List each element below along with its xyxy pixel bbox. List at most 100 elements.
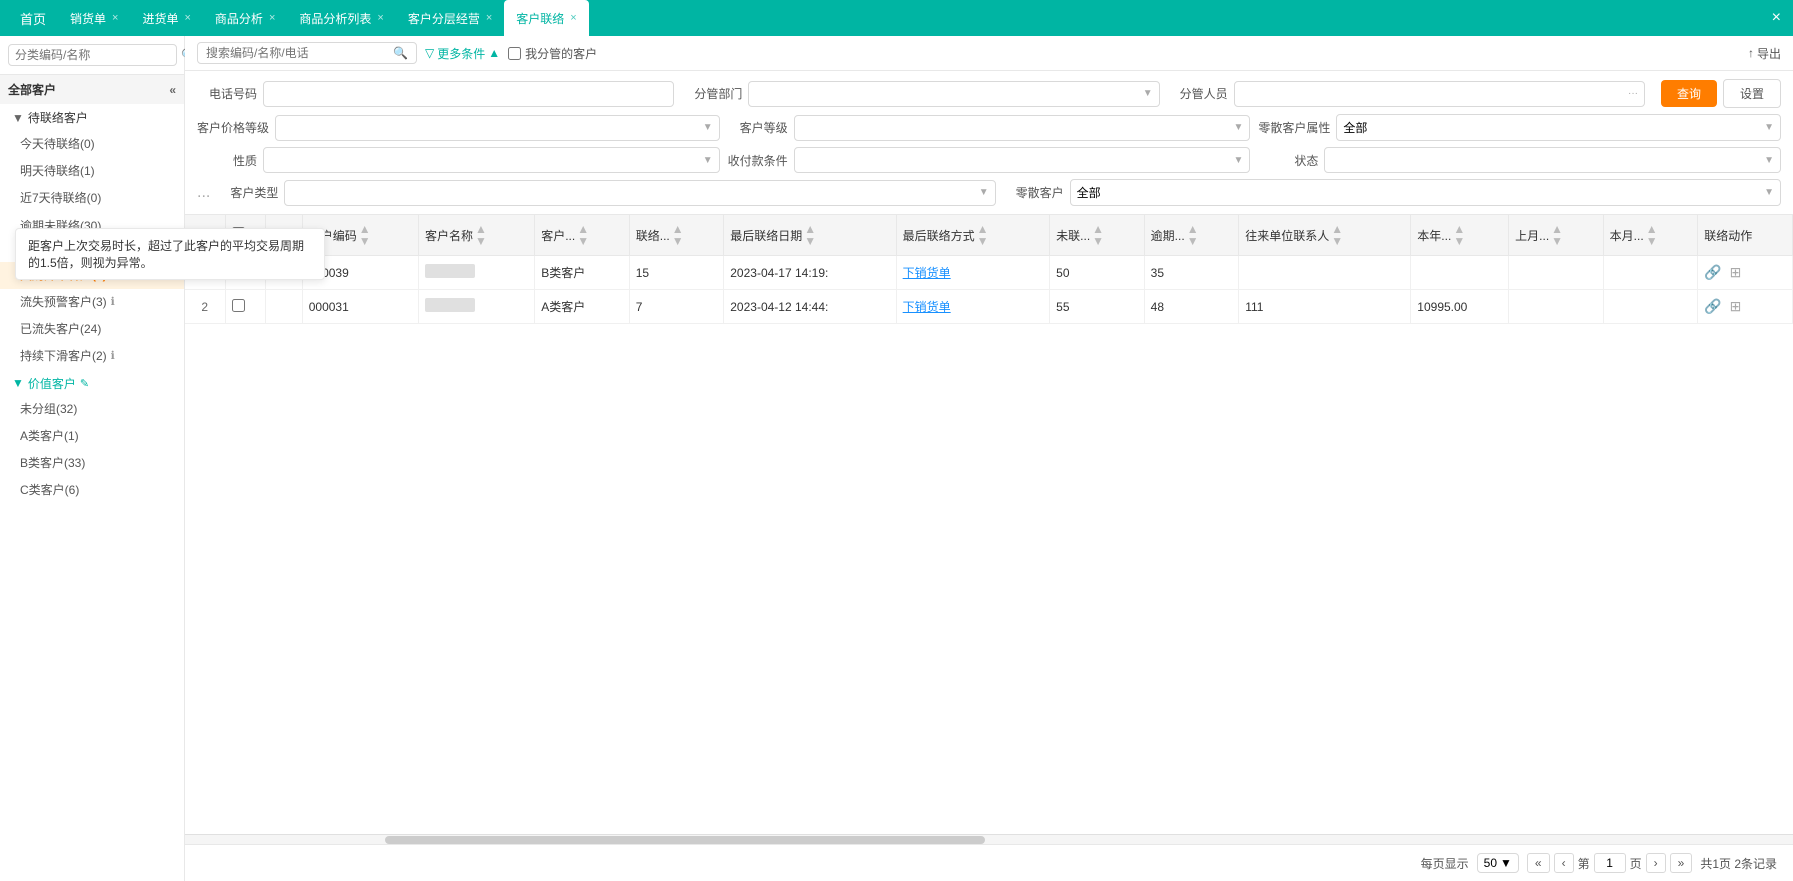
class-c[interactable]: C类客户(6) bbox=[0, 477, 184, 504]
retail-customer-select[interactable]: 全部 ▼ bbox=[1070, 179, 1781, 206]
gender-select[interactable]: ▼ bbox=[263, 147, 720, 173]
nav-customer-segment-close[interactable]: × bbox=[486, 12, 492, 24]
wait-tomorrow[interactable]: 明天待联络(1) bbox=[0, 158, 184, 185]
my-customers-checkbox[interactable] bbox=[508, 47, 521, 60]
wait-contact-label: 待联络客户 bbox=[28, 109, 88, 126]
phone-input[interactable] bbox=[263, 81, 674, 107]
my-customers-label: 我分管的客户 bbox=[525, 45, 597, 62]
page-input-area: 第 页 bbox=[1578, 853, 1642, 873]
filter-row-3: 性质 ▼ 收付款条件 ▼ 状态 bbox=[197, 147, 1781, 173]
status-select[interactable]: ▼ bbox=[1324, 147, 1781, 173]
row2-type: A类客户 bbox=[535, 290, 630, 324]
nav-sales[interactable]: 销货单 × bbox=[58, 0, 130, 36]
h-scrollbar-thumb[interactable] bbox=[385, 836, 985, 844]
sidebar-search-input[interactable] bbox=[8, 44, 177, 66]
row2-index: 2 bbox=[185, 290, 225, 324]
retail-attr-select[interactable]: 全部 ▼ bbox=[1336, 114, 1781, 141]
nav-purchase[interactable]: 进货单 × bbox=[130, 0, 202, 36]
sidebar-collapse-icon[interactable]: « bbox=[169, 83, 176, 97]
nav-product-list[interactable]: 商品分析列表 × bbox=[287, 0, 395, 36]
export-btn[interactable]: ↑ 导出 bbox=[1748, 45, 1781, 62]
nav-home[interactable]: 首页 bbox=[8, 0, 58, 36]
row2-checkbox[interactable] bbox=[232, 299, 245, 312]
retail-customer-arrow: ▼ bbox=[1764, 187, 1774, 198]
class-b[interactable]: B类客户(33) bbox=[0, 450, 184, 477]
total-label: 共1页 2条记录 bbox=[1700, 855, 1777, 872]
ungrouped[interactable]: 未分组(32) bbox=[0, 396, 184, 423]
settings-btn[interactable]: 设置 bbox=[1723, 79, 1781, 108]
row2-unread: 55 bbox=[1050, 290, 1145, 324]
customer-type-filter: 客户类型 ▼ bbox=[218, 180, 995, 206]
col-action: 联络动作 bbox=[1698, 215, 1793, 256]
row1-this-month bbox=[1603, 256, 1698, 290]
row1-more-icon[interactable]: ⊞ bbox=[1730, 264, 1742, 281]
row2-action: 🔗 ⊞ bbox=[1698, 290, 1793, 324]
price-grade-arrow: ▼ bbox=[703, 122, 713, 133]
col-overdue: 逾期... ▲▼ bbox=[1144, 215, 1239, 256]
last-page-btn[interactable]: » bbox=[1670, 853, 1693, 873]
per-page-label: 每页显示 bbox=[1421, 855, 1469, 872]
more-conditions-label: 更多条件 bbox=[437, 45, 485, 62]
customer-name-sort[interactable]: 客户名称 ▲▼ bbox=[425, 223, 487, 247]
nav-product-analysis-close[interactable]: × bbox=[269, 12, 275, 24]
col-last-contact-method: 最后联络方式 ▲▼ bbox=[896, 215, 1050, 256]
lost-customers[interactable]: 已流失客户(24) bbox=[0, 316, 184, 343]
prev-page-btn[interactable]: ‹ bbox=[1554, 853, 1574, 873]
price-grade-filter: 客户价格等级 ▼ bbox=[197, 115, 720, 141]
filter-dots[interactable]: ... bbox=[197, 184, 210, 202]
query-btn[interactable]: 查询 bbox=[1661, 80, 1717, 107]
row2-more-icon[interactable]: ⊞ bbox=[1730, 298, 1742, 315]
decline-customers[interactable]: 持续下滑客户(2) ℹ bbox=[0, 343, 184, 370]
next-page-btn[interactable]: › bbox=[1646, 853, 1666, 873]
more-conditions-btn[interactable]: ▽ 更多条件 ▲ bbox=[425, 45, 500, 62]
payment-select[interactable]: ▼ bbox=[794, 147, 1251, 173]
price-grade-label: 客户价格等级 bbox=[197, 119, 269, 136]
nav-customer-contact-close[interactable]: × bbox=[570, 12, 576, 24]
customer-type-select[interactable]: ▼ bbox=[284, 180, 995, 206]
row2-code: 000031 bbox=[302, 290, 418, 324]
manager-label: 分管人员 bbox=[1168, 85, 1228, 102]
row1-last-method[interactable]: 下销货单 bbox=[896, 256, 1050, 290]
payment-label: 收付款条件 bbox=[728, 152, 788, 169]
value-customers-group[interactable]: ▼ 价值客户 ✎ bbox=[0, 371, 184, 396]
col-customer-name: 客户名称 ▲▼ bbox=[418, 215, 534, 256]
customer-code-sort-icon: ▲▼ bbox=[359, 223, 371, 247]
manager-select[interactable]: ··· bbox=[1234, 81, 1645, 107]
row2-last-method[interactable]: 下销货单 bbox=[896, 290, 1050, 324]
wait-today[interactable]: 今天待联络(0) bbox=[0, 131, 184, 158]
lost-pre-customers[interactable]: 流失预警客户(3) ℹ bbox=[0, 289, 184, 316]
wait-contact-group[interactable]: ▼ 待联络客户 bbox=[0, 104, 184, 131]
nav-customer-segment[interactable]: 客户分层经营 × bbox=[396, 0, 504, 36]
first-page-btn[interactable]: « bbox=[1527, 853, 1550, 873]
row2-link-icon[interactable]: 🔗 bbox=[1704, 298, 1721, 315]
page-number-input[interactable] bbox=[1594, 853, 1626, 873]
row1-unread: 50 bbox=[1050, 256, 1145, 290]
search-input[interactable] bbox=[206, 46, 393, 60]
h-scrollbar[interactable] bbox=[185, 834, 1793, 844]
nav-purchase-close[interactable]: × bbox=[184, 12, 190, 24]
customer-grade-select[interactable]: ▼ bbox=[794, 115, 1251, 141]
main-layout: 🔍 全部客户 « ▼ 待联络客户 今天待联络(0) 明天待联络(1) 近7天待联… bbox=[0, 36, 1793, 881]
filter-row-4: ... 客户类型 ▼ 零散客户 全部 ▼ bbox=[197, 179, 1781, 206]
edit-icon[interactable]: ✎ bbox=[80, 377, 89, 390]
dept-select[interactable]: ▼ bbox=[748, 81, 1159, 107]
class-a1[interactable]: A类客户(1) bbox=[0, 423, 184, 450]
search-btn-icon[interactable]: 🔍 bbox=[393, 46, 408, 60]
filter-bar: 🔍 ▽ 更多条件 ▲ 我分管的客户 ↑ 导出 bbox=[185, 36, 1793, 71]
manager-filter: 分管人员 ··· bbox=[1168, 81, 1645, 107]
nav-customer-contact[interactable]: 客户联络 × bbox=[504, 0, 588, 36]
retail-attr-filter: 零散客户属性 全部 ▼ bbox=[1258, 114, 1781, 141]
row1-type: B类客户 bbox=[535, 256, 630, 290]
wait-7days[interactable]: 近7天待联络(0) bbox=[0, 185, 184, 212]
close-all-btn[interactable]: × bbox=[1772, 9, 1781, 27]
page-prefix: 第 bbox=[1578, 855, 1590, 872]
nav-sales-close[interactable]: × bbox=[112, 12, 118, 24]
row1-link-icon[interactable]: 🔗 bbox=[1704, 264, 1721, 281]
nav-product-analysis[interactable]: 商品分析 × bbox=[203, 0, 287, 36]
my-customers-toggle[interactable]: 我分管的客户 bbox=[508, 45, 597, 62]
nav-product-list-close[interactable]: × bbox=[377, 12, 383, 24]
price-grade-select[interactable]: ▼ bbox=[275, 115, 720, 141]
data-table-area: ⚙ 客户编码 ▲▼ 客户名称 ▲▼ bbox=[185, 215, 1793, 834]
per-page-select[interactable]: 50 ▼ bbox=[1477, 853, 1519, 873]
col-contact-count: 联络... ▲▼ bbox=[629, 215, 724, 256]
